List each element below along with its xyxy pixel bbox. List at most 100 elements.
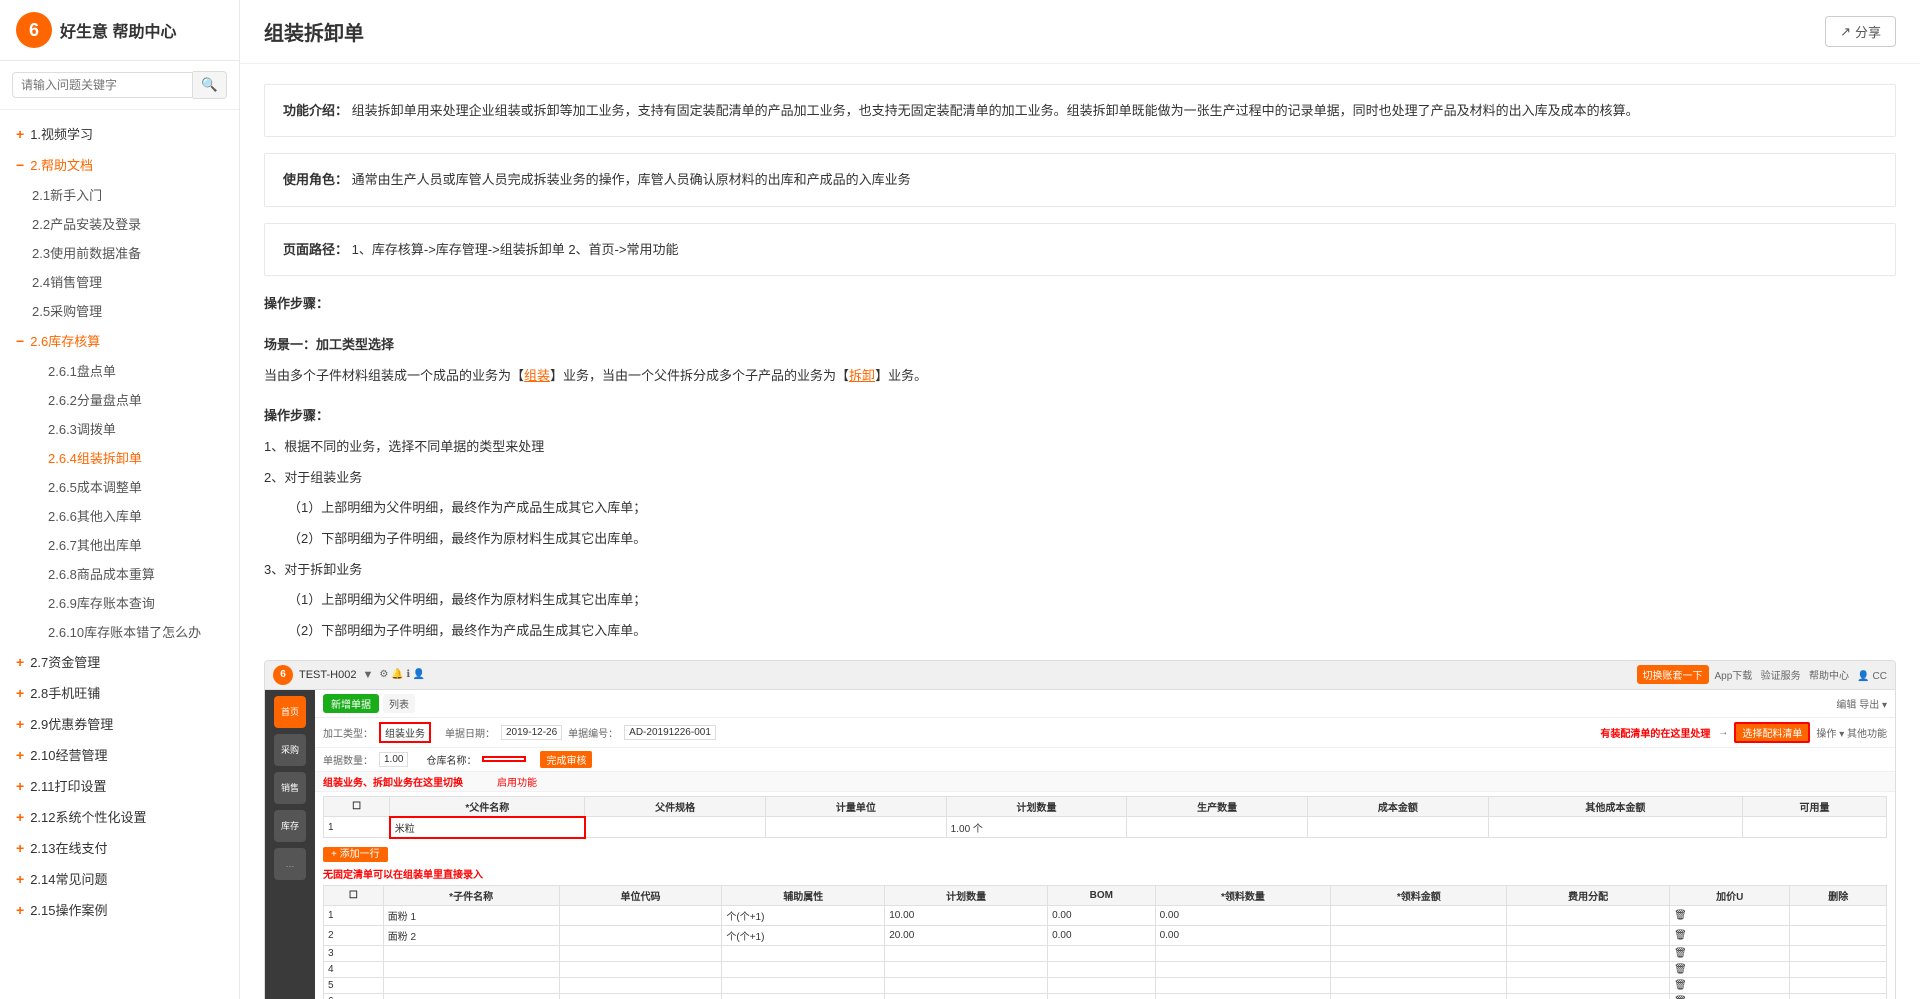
- mock-bth-check: ☐: [324, 885, 384, 905]
- mock-th-prod-qty: 生产数量: [1127, 796, 1308, 817]
- expand-icon: +: [16, 716, 24, 732]
- sidebar-item-2-14[interactable]: + 2.14常见问题: [0, 863, 239, 894]
- mock-num-value: AD-20191226-001: [624, 725, 716, 740]
- step-3: 3、对于拆卸业务: [264, 558, 1896, 583]
- share-icon: ↗: [1840, 24, 1851, 40]
- mock-annot2-type: 启用功能: [497, 774, 537, 789]
- sidebar-item-2-12[interactable]: + 2.12系统个性化设置: [0, 801, 239, 832]
- mock-company-code: TEST-H002: [299, 669, 356, 681]
- mock-th-plan-qty: 计划数量: [946, 796, 1127, 817]
- sidebar-item-label: 2.15操作案例: [30, 900, 107, 919]
- expand-icon: +: [16, 778, 24, 794]
- sidebar-item-2-6[interactable]: − 2.6库存核算: [0, 325, 239, 356]
- mock-main: 新增单据 列表 编辑 导出 ▾ 加工类型： 组装业务 单据日期： 2019-12…: [315, 690, 1895, 999]
- sidebar-item-2-6-9[interactable]: 2.6.9库存账本查询: [0, 588, 239, 617]
- expand-icon: +: [16, 654, 24, 670]
- sidebar-item-label: 2.6库存核算: [30, 331, 100, 350]
- sidebar-item-2-6-1[interactable]: 2.6.1盘点单: [0, 356, 239, 385]
- mock-btable-row1: 1 面粉 1 个(个+1) 10.00 0.00 0.00: [324, 905, 1887, 925]
- sidebar-item-2-6-2[interactable]: 2.6.2分量盘点单: [0, 385, 239, 414]
- mock-annot1-text: 有装配清单的在这里处理: [1600, 725, 1710, 740]
- mock-td-parent: 米粒: [390, 817, 585, 838]
- path-block: 页面路径： 1、库存核算->库存管理->组装拆卸单 2、首页->常用功能: [264, 223, 1896, 276]
- sidebar-item-2-9[interactable]: + 2.9优惠券管理: [0, 708, 239, 739]
- mock-bth-pick-qty: *领料数量: [1155, 885, 1331, 905]
- main-header: 组装拆卸单 ↗ 分享: [240, 0, 1920, 64]
- mock-th-parent-spec: 父件规格: [585, 796, 766, 817]
- sidebar-item-2-6-6[interactable]: 2.6.6其他入库单: [0, 501, 239, 530]
- mock-form-row: 加工类型： 组装业务 单据日期： 2019-12-26 单据编号： AD-201…: [315, 718, 1895, 748]
- app-title: 好生意 帮助中心: [60, 18, 176, 42]
- sidebar-item-2-6-5[interactable]: 2.6.5成本调整单: [0, 472, 239, 501]
- mock-btable-row3: 3: [324, 945, 1887, 961]
- mock-annot2-text: 组装业务、拆卸业务在这里切换: [323, 774, 463, 789]
- mock-bottom-table-container: 无固定清单可以在组装单里直接录入 ☐ *子件名称 单位代码 辅助属性: [315, 862, 1895, 999]
- mock-td-plan: 1.00 个: [946, 817, 1127, 838]
- sidebar: 6 好生意 帮助中心 🔍 + 1.视频学习 − 2.帮助文档 2.1新手入门 2…: [0, 0, 240, 999]
- mock-td-spec: [585, 817, 766, 838]
- mock-sub-row: 单据数量： 1.00 仓库名称： 完成审核: [315, 748, 1895, 772]
- sidebar-item-2-2[interactable]: 2.2产品安装及登录: [0, 209, 239, 238]
- mock-top-table: ☐ *父件名称 父件规格 计量单位 计划数量 生产数量 成本金额 其他成本金额: [323, 796, 1887, 839]
- mock-tab-active: 新增单据: [323, 694, 379, 713]
- scenario-title: 场景一：加工类型选择: [264, 333, 1896, 358]
- mock-btable-row6: 6: [324, 993, 1887, 999]
- mock-sidebar-icon3: 销售: [274, 772, 306, 804]
- mock-th-parent-name: *父件名称: [390, 796, 585, 817]
- sidebar-item-2-6-3[interactable]: 2.6.3调拨单: [0, 414, 239, 443]
- mock-sidebar-icon2: 采购: [274, 734, 306, 766]
- sidebar-item-2-4[interactable]: 2.4销售管理: [0, 267, 239, 296]
- mock-logo: 6: [273, 665, 293, 685]
- mock-icons: ⚙ 🔔 ℹ 👤: [379, 669, 425, 680]
- sidebar-item-2-8[interactable]: + 2.8手机旺铺: [0, 677, 239, 708]
- mock-top-table-row1: 1 米粒 1.00 个: [324, 817, 1887, 838]
- operation-steps-section: 操作步骤：: [264, 292, 1896, 317]
- search-input[interactable]: [12, 72, 193, 98]
- scenario-desc: 当由多个子件材料组装成一个成品的业务为【组装】业务，当由一个父件拆分成多个子产品…: [264, 364, 1896, 389]
- sidebar-item-2-6-4[interactable]: 2.6.4组装拆卸单: [0, 443, 239, 472]
- role-label: 使用角色：: [283, 172, 348, 187]
- sidebar-item-video[interactable]: + 1.视频学习: [0, 118, 239, 149]
- mock-toolbar-icons: 编辑 导出 ▾: [1836, 696, 1887, 711]
- mock-sub-label2: 仓库名称：: [426, 752, 476, 767]
- mock-bth-plan-qty: 计划数量: [885, 885, 1048, 905]
- sidebar-header: 6 好生意 帮助中心: [0, 0, 239, 61]
- mock-sidebar-icon5: …: [274, 848, 306, 880]
- mock-td-check: 1: [324, 817, 390, 838]
- mock-th-avail: 可用量: [1743, 796, 1887, 817]
- sidebar-item-2-7[interactable]: + 2.7资金管理: [0, 646, 239, 677]
- sidebar-item-2-10[interactable]: + 2.10经营管理: [0, 739, 239, 770]
- sidebar-item-2-5[interactable]: 2.5采购管理: [0, 296, 239, 325]
- mock-td-prod: [1127, 817, 1308, 838]
- mock-bth-markup: 加价U: [1670, 885, 1790, 905]
- step-2: 2、对于组装业务: [264, 466, 1896, 491]
- sidebar-item-docs[interactable]: − 2.帮助文档: [0, 149, 239, 180]
- sidebar-item-2-6-7[interactable]: 2.6.7其他出库单: [0, 530, 239, 559]
- sidebar-item-2-13[interactable]: + 2.13在线支付: [0, 832, 239, 863]
- expand-icon: +: [16, 871, 24, 887]
- share-button[interactable]: ↗ 分享: [1825, 16, 1896, 47]
- path-text: 1、库存核算->库存管理->组装拆卸单 2、首页->常用功能: [352, 242, 679, 257]
- search-box: 🔍: [0, 61, 239, 110]
- mock-bottom-table: ☐ *子件名称 单位代码 辅助属性 计划数量 BOM *领料数量 *领料金额: [323, 885, 1887, 999]
- mock-tabs: 新增单据 列表 编辑 导出 ▾: [315, 690, 1895, 718]
- mock-td-cost: [1308, 817, 1489, 838]
- sidebar-item-label: 2.14常见问题: [30, 869, 107, 888]
- mock-date-value: 2019-12-26: [501, 725, 562, 740]
- mock-bth-fee: 费用分配: [1507, 885, 1670, 905]
- sidebar-item-2-11[interactable]: + 2.11打印设置: [0, 770, 239, 801]
- mock-bth-aux: 辅助属性: [722, 885, 885, 905]
- expand-icon: +: [16, 840, 24, 856]
- sidebar-item-2-15[interactable]: + 2.15操作案例: [0, 894, 239, 925]
- sidebar-item-2-6-8[interactable]: 2.6.8商品成本重算: [0, 559, 239, 588]
- sidebar-item-2-3[interactable]: 2.3使用前数据准备: [0, 238, 239, 267]
- search-button[interactable]: 🔍: [193, 71, 227, 99]
- mock-switch-btn: 切换账套一下: [1637, 665, 1709, 684]
- role-text: 通常由生产人员或库管人员完成拆装业务的操作，库管人员确认原材料的出库和产成品的入…: [352, 172, 911, 187]
- mock-annot2-row: 组装业务、拆卸业务在这里切换 启用功能: [315, 772, 1895, 792]
- mock-top-table-container: ☐ *父件名称 父件规格 计量单位 计划数量 生产数量 成本金额 其他成本金额: [315, 792, 1895, 843]
- sidebar-item-2-6-10[interactable]: 2.6.10库存账本错了怎么办: [0, 617, 239, 646]
- sidebar-item-2-1[interactable]: 2.1新手入门: [0, 180, 239, 209]
- mock-add-row-btn: + 添加一行: [323, 847, 388, 862]
- function-intro-label: 功能介绍：: [283, 103, 348, 118]
